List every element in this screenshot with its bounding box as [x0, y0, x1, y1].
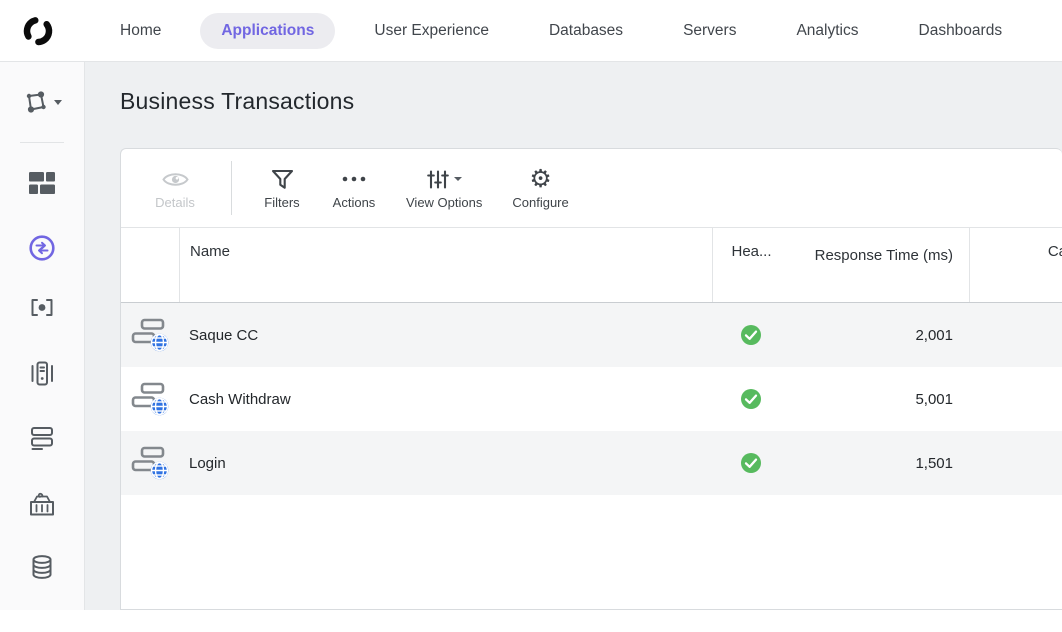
table-row[interactable]: Cash Withdraw 5,001 [121, 367, 1062, 431]
primary-nav: Home Applications User Experience Databa… [120, 0, 1002, 62]
business-transactions-icon [29, 235, 55, 261]
filters-button[interactable]: Filters [258, 166, 306, 210]
transaction-type-icon [121, 445, 179, 481]
viewport-bottom-strip [0, 610, 1062, 632]
sidebar-item-containers[interactable] [0, 490, 84, 517]
page-title: Business Transactions [120, 88, 355, 114]
filters-label: Filters [264, 195, 300, 210]
transaction-name[interactable]: Saque CC [179, 327, 712, 344]
dashboard-grid-icon [29, 172, 55, 194]
configure-label: Configure [512, 195, 569, 210]
nav-user-experience[interactable]: User Experience [374, 22, 489, 40]
sidebar-item-business-transactions[interactable] [0, 234, 84, 262]
sidebar-divider [20, 142, 64, 143]
view-options-button[interactable]: View Options [406, 166, 482, 210]
business-transactions-panel: Details Filters Actions View Options ⚙ C… [120, 148, 1062, 610]
remote-services-icon [31, 427, 53, 450]
actions-label: Actions [332, 195, 376, 210]
health-ok-icon [712, 452, 790, 474]
eye-icon [161, 166, 189, 192]
flow-map-icon [26, 91, 46, 113]
response-time-value: 5,001 [915, 390, 953, 408]
details-button[interactable]: Details [151, 166, 199, 210]
gear-icon: ⚙ [529, 164, 552, 193]
actions-button[interactable]: Actions [330, 166, 378, 210]
nav-databases[interactable]: Databases [549, 22, 623, 40]
top-bar: Home Applications User Experience Databa… [0, 0, 1062, 62]
table-row[interactable]: Saque CC 2,001 [121, 303, 1062, 367]
nav-analytics[interactable]: Analytics [796, 22, 858, 40]
nav-home[interactable]: Home [120, 22, 161, 40]
transaction-name[interactable]: Login [179, 455, 712, 472]
sidebar-item-dashboard[interactable] [0, 172, 84, 194]
sidebar-item-flow-map[interactable] [0, 90, 84, 115]
response-time-value: 2,001 [915, 326, 953, 344]
response-time-value: 1,501 [915, 454, 953, 472]
sidebar-item-databases[interactable] [0, 554, 84, 580]
header-calls[interactable]: Calls [969, 228, 1062, 302]
view-options-label: View Options [406, 195, 483, 210]
sidebar-item-remote-services[interactable] [0, 426, 84, 451]
transaction-type-icon [121, 317, 179, 353]
header-name[interactable]: Name [179, 228, 712, 302]
health-ok-icon [712, 388, 790, 410]
nav-dashboards[interactable]: Dashboards [919, 22, 1003, 40]
chevron-down-icon [53, 100, 62, 105]
filter-funnel-icon [271, 166, 294, 192]
table-row[interactable]: Login 1,501 [121, 431, 1062, 495]
chevron-down-icon [453, 177, 462, 181]
header-health[interactable]: Hea... [712, 228, 790, 302]
toolbar-divider [231, 161, 232, 215]
header-icon-column [121, 228, 179, 302]
details-label: Details [155, 195, 195, 210]
sidebar-item-service-endpoints[interactable] [0, 298, 84, 317]
transaction-name[interactable]: Cash Withdraw [179, 391, 712, 408]
containers-icon [30, 492, 54, 516]
ellipsis-icon [341, 166, 367, 192]
configure-button[interactable]: ⚙ Configure [512, 164, 569, 211]
sidebar-item-tiers-nodes[interactable] [0, 360, 84, 387]
appdynamics-logo-icon[interactable] [20, 13, 56, 49]
left-sidebar [0, 62, 85, 610]
nav-servers[interactable]: Servers [683, 22, 736, 40]
databases-icon [32, 555, 52, 579]
tiers-nodes-icon [31, 361, 53, 386]
transaction-type-icon [121, 381, 179, 417]
sliders-icon [426, 166, 462, 192]
health-ok-icon [712, 324, 790, 346]
nav-applications[interactable]: Applications [200, 13, 336, 49]
main-content: Business Transactions Details Filters Ac… [85, 62, 1062, 610]
service-endpoints-icon [31, 299, 53, 316]
header-response-time[interactable]: Response Time (ms) [790, 228, 969, 302]
table-toolbar: Details Filters Actions View Options ⚙ C… [121, 149, 1062, 227]
table-header: Name Hea... Response Time (ms) Calls [121, 227, 1062, 303]
